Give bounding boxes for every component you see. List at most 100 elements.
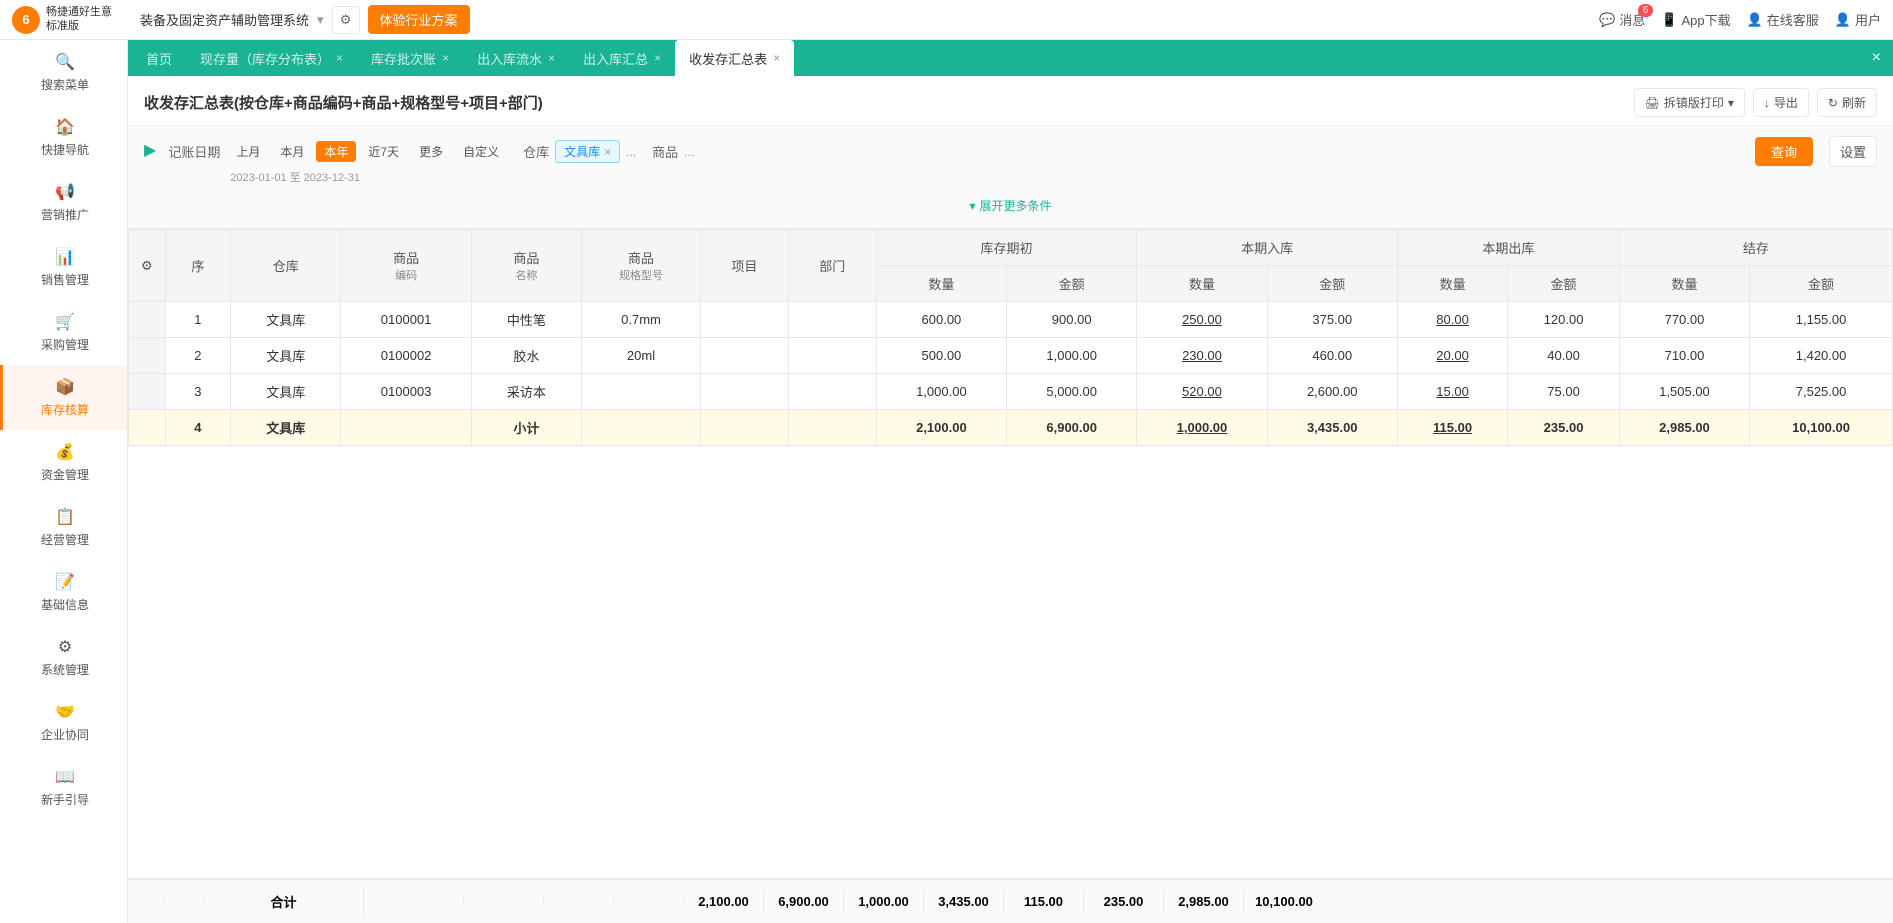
user-button[interactable]: 👤 用户 [1835,10,1881,29]
filter-expand-left[interactable]: ▶ [144,136,156,160]
app-download-button[interactable]: 📱 App下载 [1661,10,1730,29]
sidebar-item-label: 资金管理 [41,466,89,483]
expand-more-btn[interactable]: ▾ 展开更多条件 [144,193,1877,218]
sidebar-item-operations[interactable]: 📋 经营管理 [0,495,127,560]
settings-icon[interactable]: ⚙ [332,6,360,34]
tab-recv-summary[interactable]: 收发存汇总表 × [675,40,794,76]
tab-stock-dist[interactable]: 现存量（库存分布表） × [186,40,357,76]
footer-label: 合计 [204,888,364,915]
date-label: 记账日期 [168,142,220,161]
out-qty-link[interactable]: 15.00 [1436,384,1469,399]
sidebar-item-system[interactable]: ⚙ 系统管理 [0,625,127,690]
th-balance: 结存 [1619,230,1892,266]
th-period-in: 本期入库 [1137,230,1398,266]
page-content: 收发存汇总表(按仓库+商品编码+商品+规格型号+项目+部门) 🖨 拆镇版打印 ▾… [128,76,1893,923]
sidebar-item-label: 快捷导航 [41,141,89,158]
sidebar-item-enterprise[interactable]: 🤝 企业协同 [0,690,127,755]
footer-balance-qty: 2,985.00 [1164,890,1244,913]
enterprise-icon: 🤝 [55,702,75,722]
th-settings[interactable]: ⚙ [129,230,166,302]
date-filter: 记账日期 上月 本月 本年 近7天 更多 自定义 [168,141,507,162]
warehouse-filter: 仓库 文具库 × ... [523,140,636,163]
print-icon: 🖨 [1645,96,1660,110]
tab-flow-label: 出入库流水 [477,49,542,68]
sales-icon: 📊 [55,247,75,267]
th-out-qty: 数量 [1397,266,1507,302]
date-opt-last-month[interactable]: 上月 [228,141,268,162]
warehouse-tag[interactable]: 文具库 × [555,140,620,163]
footer-code [364,898,464,906]
in-qty-link[interactable]: 250.00 [1182,312,1222,327]
refresh-icon: ↻ [1828,96,1838,110]
top-bar: 6 畅捷通好生意 标准版 装备及固定资产辅助管理系统 ▾ ⚙ 体验行业方案 💬 … [0,0,1893,40]
sidebar-item-marketing[interactable]: 📢 营销推广 [0,170,127,235]
sidebar-item-search[interactable]: 🔍 搜索菜单 [0,40,127,105]
date-opt-more[interactable]: 更多 [411,141,451,162]
tab-batch[interactable]: 库存批次账 × [357,40,463,76]
sidebar-item-label: 搜索菜单 [41,76,89,93]
warehouse-label: 仓库 [523,142,549,161]
sidebar-item-quick-nav[interactable]: 🏠 快捷导航 [0,105,127,170]
out-qty-link[interactable]: 115.00 [1433,420,1472,435]
th-project: 项目 [700,230,788,302]
date-range-text: 2023-01-01 至 2023-12-31 [230,172,360,184]
system-dropdown-icon[interactable]: ▾ [317,12,324,28]
chevron-down-icon: ▾ [969,199,975,213]
in-qty-link[interactable]: 520.00 [1182,384,1222,399]
sidebar-item-basic-info[interactable]: 📝 基础信息 [0,560,127,625]
table-row: 4文具库小计2,100.006,900.001,000.003,435.0011… [129,410,1893,446]
tab-stock-dist-close[interactable]: × [336,51,343,65]
print-button[interactable]: 🖨 拆镇版打印 ▾ [1634,88,1745,117]
tab-summary[interactable]: 出入库汇总 × [569,40,675,76]
goods-more[interactable]: ... [684,145,694,159]
tab-flow[interactable]: 出入库流水 × [463,40,569,76]
message-button[interactable]: 💬 消息 6 [1599,10,1645,29]
goods-label: 商品 [652,142,678,161]
warehouse-more[interactable]: ... [626,145,636,159]
th-name: 商品名称 [471,230,581,302]
online-service-button[interactable]: 👤 在线客服 [1747,10,1819,29]
in-qty-link[interactable]: 230.00 [1182,348,1222,363]
set-button[interactable]: 设置 [1829,136,1877,167]
top-right-actions: 💬 消息 6 📱 App下载 👤 在线客服 👤 用户 [1599,10,1881,29]
th-out-amt: 金额 [1508,266,1620,302]
finance-icon: 💰 [55,442,75,462]
out-qty-link[interactable]: 20.00 [1436,348,1469,363]
sidebar-item-purchase[interactable]: 🛒 采购管理 [0,300,127,365]
search-icon: 🔍 [55,52,75,72]
tab-close-all-button[interactable]: × [1864,49,1889,67]
out-qty-link[interactable]: 80.00 [1436,312,1469,327]
th-opening: 库存期初 [876,230,1137,266]
sidebar-item-label: 营销推广 [41,206,89,223]
refresh-button[interactable]: ↻ 刷新 [1817,88,1877,117]
date-opt-7days[interactable]: 近7天 [360,141,407,162]
th-opening-qty: 数量 [876,266,1006,302]
table-row: 1文具库0100001中性笔0.7mm600.00900.00250.00375… [129,302,1893,338]
sidebar-item-finance[interactable]: 💰 资金管理 [0,430,127,495]
tab-recv-summary-close[interactable]: × [773,51,780,65]
service-icon: 👤 [1747,12,1763,28]
tab-summary-close[interactable]: × [654,51,661,65]
date-opt-this-month[interactable]: 本月 [272,141,312,162]
tab-batch-close[interactable]: × [442,51,449,65]
footer-out-amt: 235.00 [1084,890,1164,913]
warehouse-tag-remove[interactable]: × [604,145,611,159]
system-icon: ⚙ [58,637,72,657]
query-button[interactable]: 查询 [1755,137,1813,166]
tab-batch-label: 库存批次账 [371,49,436,68]
footer-dept [614,898,684,906]
date-opt-this-year[interactable]: 本年 [316,141,356,162]
tab-flow-close[interactable]: × [548,51,555,65]
date-opt-custom[interactable]: 自定义 [455,141,507,162]
experience-button[interactable]: 体验行业方案 [368,5,470,34]
sidebar-item-label: 基础信息 [41,596,89,613]
footer-proj [544,898,614,906]
sidebar-item-guide[interactable]: 📖 新手引导 [0,755,127,820]
export-button[interactable]: ↓ 导出 [1753,88,1809,117]
tab-home[interactable]: 首页 [132,40,186,76]
th-period-out: 本期出库 [1397,230,1619,266]
sidebar-item-inventory[interactable]: 📦 库存核算 [0,365,127,430]
sidebar-item-sales[interactable]: 📊 销售管理 [0,235,127,300]
goods-filter: 商品 ... [652,142,694,161]
in-qty-link[interactable]: 1,000.00 [1177,420,1228,435]
